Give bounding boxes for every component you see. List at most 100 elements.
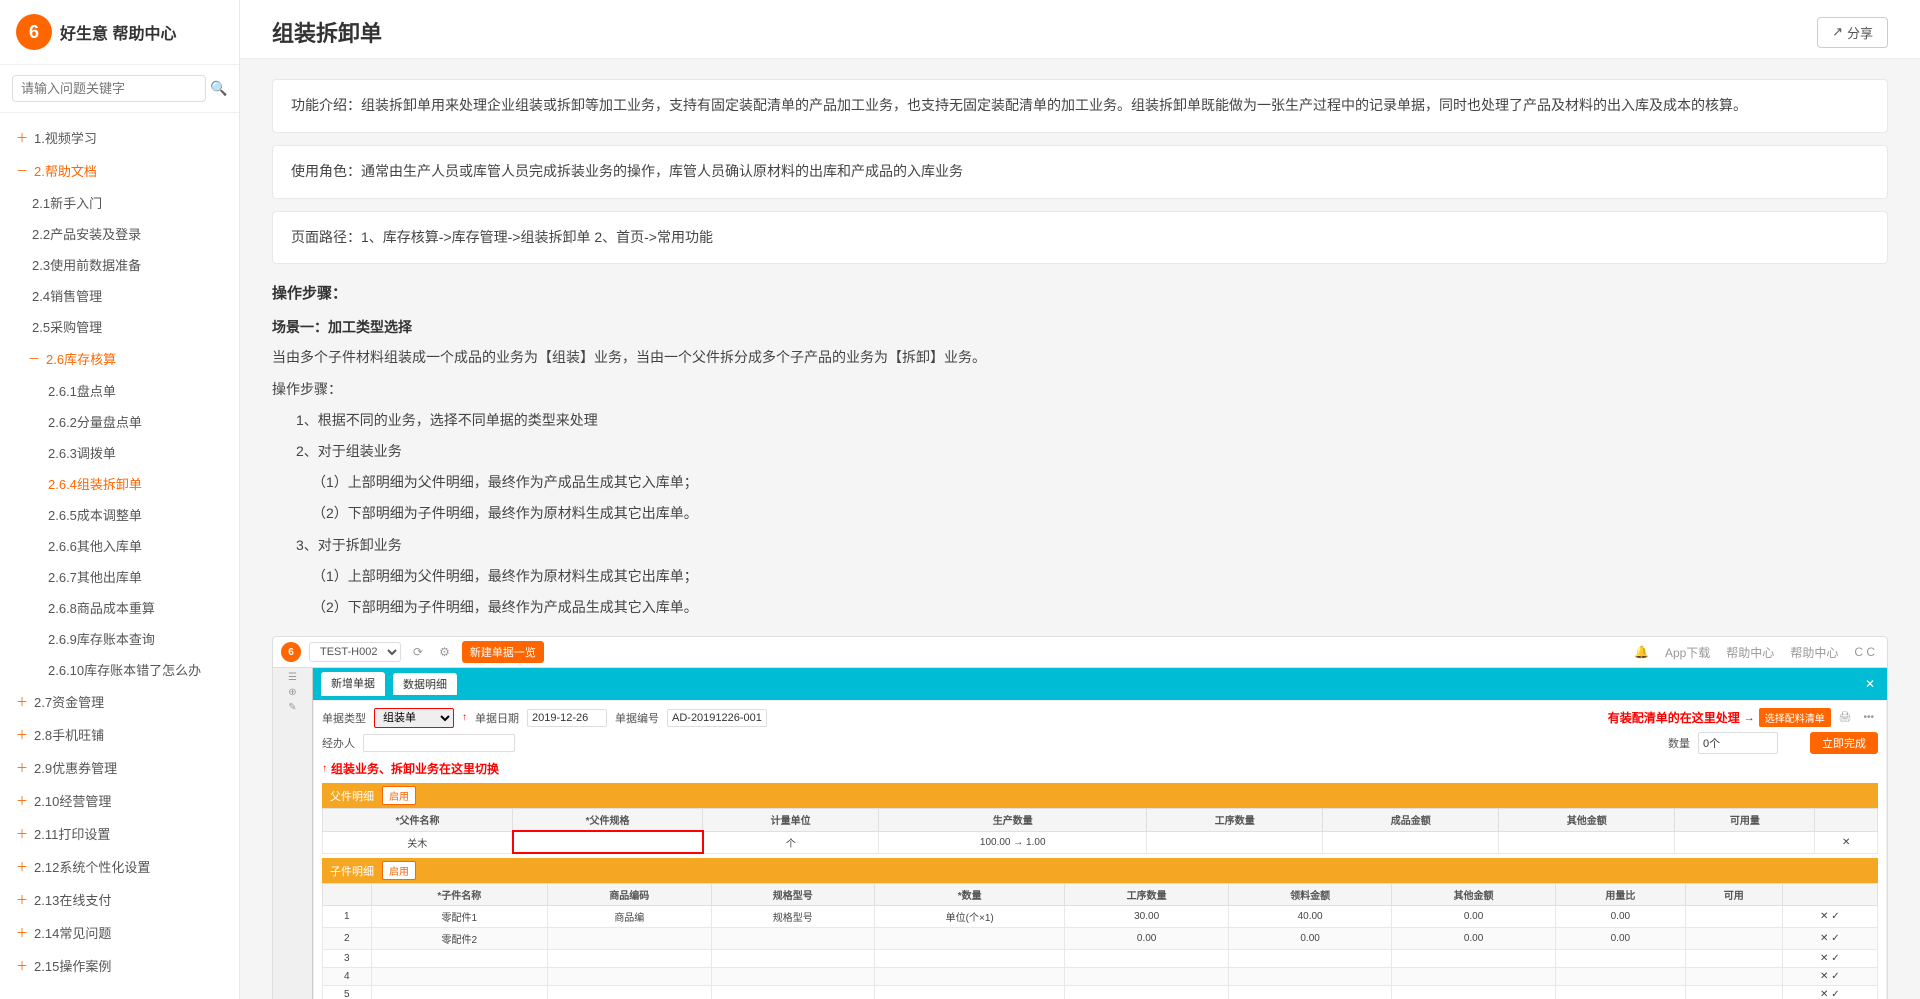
sidebar-item-mobile[interactable]: ＋ 2.8手机旺铺 bbox=[0, 718, 239, 751]
mock-tab-data[interactable]: 数据明细 bbox=[393, 673, 457, 695]
mock-arrow2: → bbox=[1744, 712, 1755, 724]
step2: 2、对于组装业务 bbox=[272, 439, 1888, 464]
sidebar-item-cost-adjust[interactable]: 2.6.5成本调整单 bbox=[0, 499, 239, 530]
mock-child-ratio1: 0.00 bbox=[1555, 906, 1685, 928]
share-label: 分享 bbox=[1847, 23, 1873, 42]
mock-child-other1: 0.00 bbox=[1392, 906, 1555, 928]
mock-child-op2[interactable]: ✕ ✓ bbox=[1782, 928, 1877, 950]
mock-parent-name-cell: 关木 bbox=[323, 831, 513, 853]
mock-parent-action-btn[interactable]: 启用 bbox=[382, 786, 416, 805]
mock-child-row2: 2 零配件2 0.00 0.00 0.00 0.00 ✕ ✓ bbox=[323, 928, 1878, 950]
mock-parent-header: 父件明细 启用 bbox=[322, 783, 1878, 808]
mock-th-child-procqty: *数量 bbox=[875, 884, 1065, 906]
mock-child-idx2: 2 bbox=[323, 928, 372, 950]
mock-parent-row1: 关木 个 100.00 → 1.00 ✕ bbox=[323, 831, 1878, 853]
step3: 3、对于拆卸业务 bbox=[272, 533, 1888, 558]
sidebar-item-partial[interactable]: 2.6.2分量盘点单 bbox=[0, 406, 239, 437]
sidebar-item-ops[interactable]: ＋ 2.10经营管理 bbox=[0, 784, 239, 817]
mock-company-select[interactable]: TEST-H002 bbox=[309, 642, 401, 662]
sidebar-item-label: 2.15操作案例 bbox=[34, 956, 111, 975]
mock-child-row3: 3✕ ✓ bbox=[323, 950, 1878, 968]
mock-parent-procqty-cell bbox=[1147, 831, 1323, 853]
content-header: 组装拆卸单 ↗ 分享 bbox=[240, 0, 1920, 59]
mock-tab-new[interactable]: 新增单据 bbox=[321, 672, 385, 696]
mock-annotation1-text: 有装配清单的在这里处理 bbox=[1608, 709, 1740, 726]
mock-officer-input[interactable] bbox=[363, 734, 515, 752]
mock-child-title: 子件明细 bbox=[330, 863, 374, 879]
mock-no-label: 单据编号 bbox=[615, 710, 659, 726]
mock-close-btn[interactable]: ✕ bbox=[1861, 675, 1879, 693]
search-area: 🔍 bbox=[0, 65, 239, 113]
mock-action-bar: 新增单据 数据明细 ✕ bbox=[313, 668, 1887, 700]
mock-th-child-qty: 规格型号 bbox=[711, 884, 874, 906]
mock-parent-prodamt-cell bbox=[1323, 831, 1499, 853]
sidebar-item-stock-err[interactable]: 2.6.10库存账本错了怎么办 bbox=[0, 654, 239, 685]
sidebar-item-other-out[interactable]: 2.6.7其他出库单 bbox=[0, 561, 239, 592]
mock-select-bom-btn[interactable]: 选择配料清单 bbox=[1759, 708, 1831, 727]
mock-print-icon[interactable]: 🖨 bbox=[1835, 710, 1856, 725]
mock-th-child-other: 领料金额 bbox=[1228, 884, 1391, 906]
mock-child-action-btn[interactable]: 启用 bbox=[382, 861, 416, 880]
mock-app-download: App下载 bbox=[1661, 642, 1714, 663]
mock-new-order-btn[interactable]: 新建单据一览 bbox=[462, 641, 544, 663]
sidebar-item-newcomer[interactable]: 2.1新手入门 bbox=[0, 187, 239, 218]
scenario1-steps-title: 操作步骤： bbox=[272, 377, 1888, 402]
sidebar-item-stock-query[interactable]: 2.6.9库存账本查询 bbox=[0, 623, 239, 654]
role-block: 使用角色：通常由生产人员或库管人员完成拆装业务的操作，库管人员确认原材料的出库和… bbox=[272, 145, 1888, 199]
mock-child-row5: 5✕ ✓ bbox=[323, 986, 1878, 999]
mock-parent-table: *父件名称 *父件规格 计量单位 生产数量 工序数量 成品金额 其他金额 可用量 bbox=[322, 808, 1878, 854]
sidebar-item-docs[interactable]: － 2.帮助文档 bbox=[0, 154, 239, 187]
mock-confirm-btn[interactable]: 立即完成 bbox=[1810, 732, 1878, 754]
plus-icon6: ＋ bbox=[16, 825, 28, 842]
mock-more-icon[interactable]: ••• bbox=[1859, 710, 1878, 725]
scenario1-title: 场景一：加工类型选择 bbox=[272, 317, 1888, 337]
search-input[interactable] bbox=[12, 75, 206, 102]
sidebar-item-inventory[interactable]: － 2.6库存核算 bbox=[0, 342, 239, 375]
sidebar-item-assembly[interactable]: 2.6.4组装拆卸单 bbox=[0, 468, 239, 499]
sidebar-item-adjust[interactable]: 2.6.3调拨单 bbox=[0, 437, 239, 468]
mock-side-icon2: ⊕ bbox=[288, 687, 296, 698]
mock-th-avail: 可用量 bbox=[1675, 809, 1815, 832]
search-button[interactable]: 🔍 bbox=[210, 80, 227, 97]
mock-th-parent-spec: *父件规格 bbox=[513, 809, 703, 832]
sidebar-item-capital[interactable]: ＋ 2.7资金管理 bbox=[0, 685, 239, 718]
mock-settings-icon[interactable]: ⚙ bbox=[435, 643, 454, 661]
sidebar-item-print[interactable]: ＋ 2.11打印设置 bbox=[0, 817, 239, 850]
mock-help-center2: 帮助中心 bbox=[1786, 642, 1842, 663]
mock-th-parent-name: *父件名称 bbox=[323, 809, 513, 832]
mock-th-op bbox=[1815, 809, 1878, 832]
sidebar-item-stocktake[interactable]: 2.6.1盘点单 bbox=[0, 375, 239, 406]
mock-type-select[interactable]: 组装单 拆卸单 bbox=[374, 708, 454, 728]
sidebar-item-custom[interactable]: ＋ 2.12系统个性化设置 bbox=[0, 850, 239, 883]
sidebar-item-data-prep[interactable]: 2.3使用前数据准备 bbox=[0, 249, 239, 280]
sidebar-item-label: 2.9优惠券管理 bbox=[34, 758, 117, 777]
mock-th-child-avail: 用量比 bbox=[1555, 884, 1685, 906]
path-block: 页面路径：1、库存核算->库存管理->组装拆卸单 2、首页->常用功能 bbox=[272, 211, 1888, 265]
sidebar-item-cost-calc[interactable]: 2.6.8商品成本重算 bbox=[0, 592, 239, 623]
sidebar-item-faq[interactable]: ＋ 2.14常见问题 bbox=[0, 916, 239, 949]
mock-parent-op-cell[interactable]: ✕ bbox=[1815, 831, 1878, 853]
mock-child-op1[interactable]: ✕ ✓ bbox=[1782, 906, 1877, 928]
mock-app: 6 TEST-H002 ⟳ ⚙ 新建单据一览 🔔 App下载 帮助中心 帮助中心… bbox=[273, 637, 1887, 999]
plus-icon10: ＋ bbox=[16, 957, 28, 974]
mock-th-prod-qty: 生产数量 bbox=[879, 809, 1147, 832]
sidebar-item-label: 2.7资金管理 bbox=[34, 692, 104, 711]
sidebar-item-purchase[interactable]: 2.5采购管理 bbox=[0, 311, 239, 342]
sidebar-item-other-in[interactable]: 2.6.6其他入库单 bbox=[0, 530, 239, 561]
plus-icon8: ＋ bbox=[16, 891, 28, 908]
mock-help-center: 帮助中心 bbox=[1722, 642, 1778, 663]
sidebar-item-sales[interactable]: 2.4销售管理 bbox=[0, 280, 239, 311]
mock-th-proc-qty: 工序数量 bbox=[1147, 809, 1323, 832]
mock-annotation2-area: ↑ 组装业务、拆卸业务在这里切换 bbox=[322, 758, 1878, 779]
sidebar-item-cases[interactable]: ＋ 2.15操作案例 bbox=[0, 949, 239, 982]
sidebar-item-coupon[interactable]: ＋ 2.9优惠券管理 bbox=[0, 751, 239, 784]
mock-th-other-amount: 其他金额 bbox=[1499, 809, 1675, 832]
mock-refresh-icon[interactable]: ⟳ bbox=[409, 643, 427, 661]
mock-child-avail1 bbox=[1685, 906, 1782, 928]
sidebar-item-video[interactable]: ＋ 1.视频学习 bbox=[0, 121, 239, 154]
step1: 1、根据不同的业务，选择不同单据的类型来处理 bbox=[272, 408, 1888, 433]
role-text: 使用角色：通常由生产人员或库管人员完成拆装业务的操作，库管人员确认原材料的出库和… bbox=[291, 163, 963, 179]
sidebar-item-online-pay[interactable]: ＋ 2.13在线支付 bbox=[0, 883, 239, 916]
share-button[interactable]: ↗ 分享 bbox=[1817, 17, 1888, 48]
sidebar-item-install[interactable]: 2.2产品安装及登录 bbox=[0, 218, 239, 249]
